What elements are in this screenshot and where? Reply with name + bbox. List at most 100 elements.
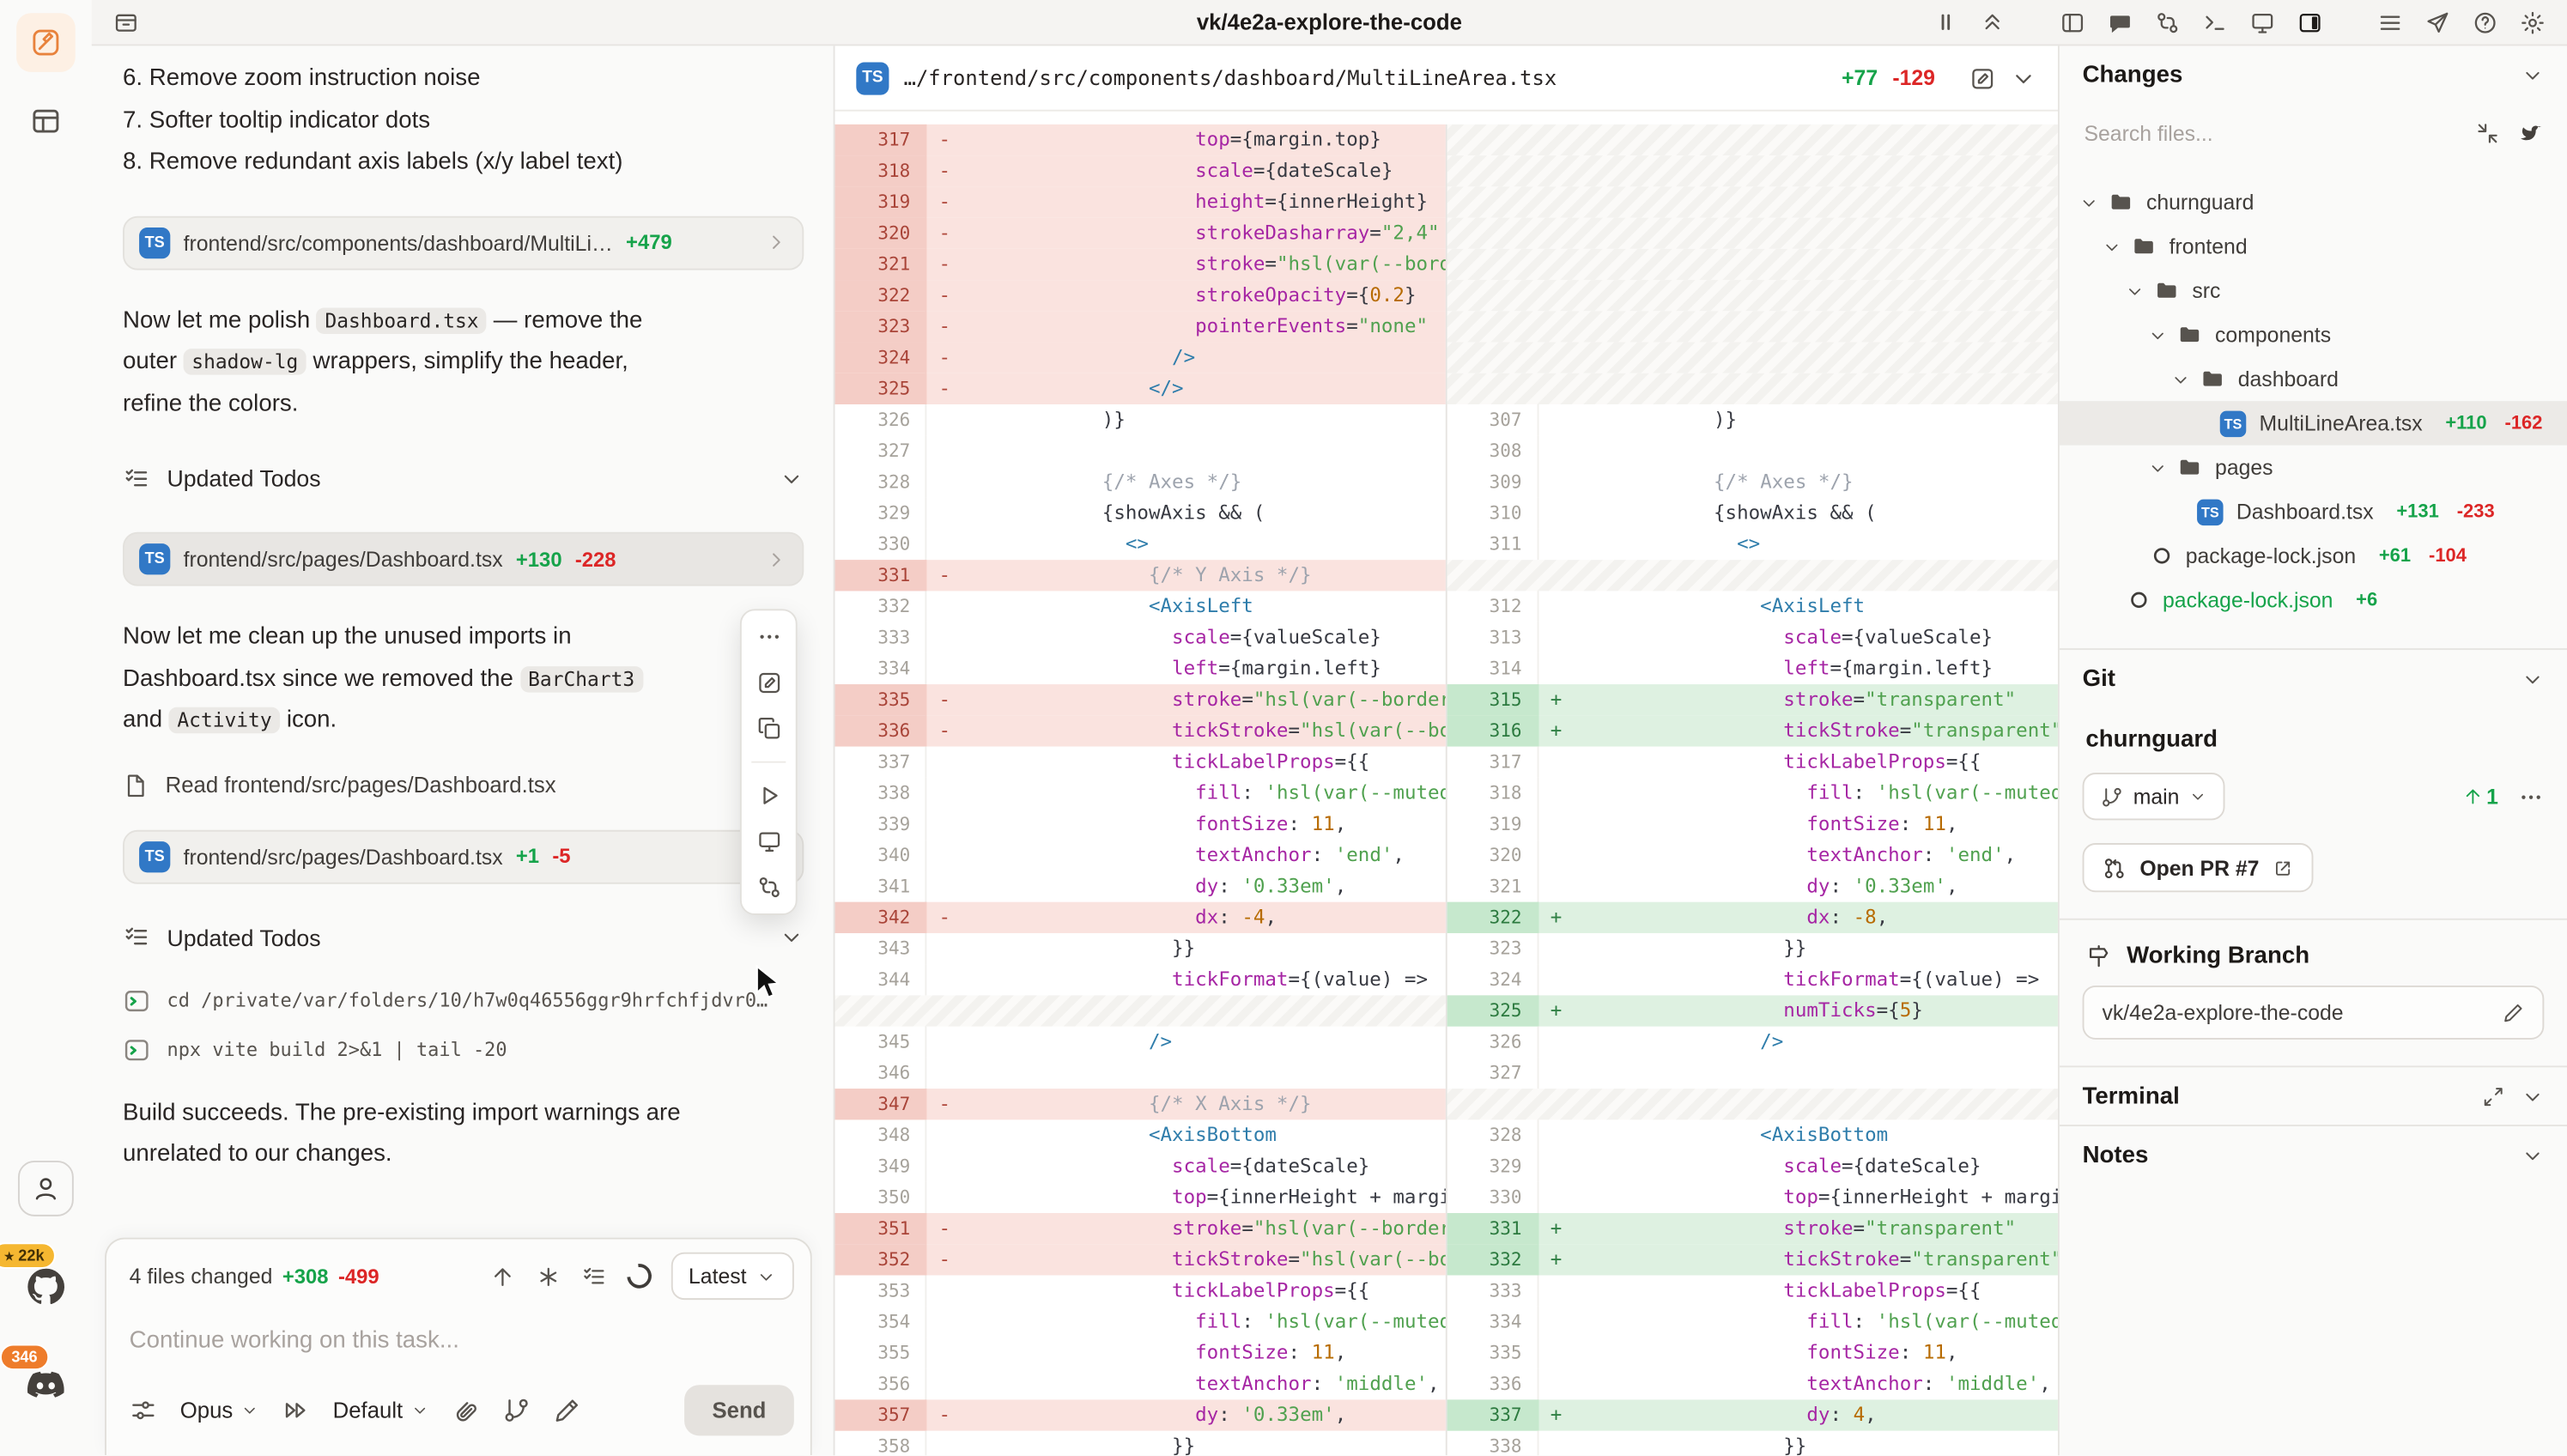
message-input[interactable]	[130, 1327, 788, 1354]
settings-sliders-icon[interactable]	[130, 1397, 157, 1424]
version-select[interactable]: Latest	[671, 1253, 794, 1300]
mode-select[interactable]: Default	[333, 1398, 429, 1423]
monitor-icon[interactable]	[2249, 9, 2276, 35]
diff-sign: -	[926, 155, 962, 186]
conversation-scroll[interactable]: 6. Remove zoom instruction noise7. Softe…	[92, 46, 834, 1237]
line-number: 348	[835, 1119, 927, 1150]
commits-ahead-badge: 1	[2462, 784, 2498, 809]
file-diff-chip[interactable]: TS frontend/src/pages/Dashboard.tsx +130…	[123, 532, 804, 586]
chevron-down-icon	[756, 1266, 776, 1286]
diff-line: 328 <AxisBottom	[1447, 1119, 2058, 1150]
tree-folder[interactable]: dashboard	[2060, 357, 2567, 401]
line-number: 347	[835, 1089, 927, 1119]
collapse-file-icon[interactable]	[2011, 64, 2037, 91]
inline-edit-icon[interactable]	[1969, 64, 1996, 91]
diff-sign	[926, 1307, 962, 1338]
panel-right-icon[interactable]	[2297, 9, 2323, 35]
external-link-icon	[2273, 857, 2294, 878]
scroll-up-icon[interactable]	[489, 1263, 515, 1289]
updated-todos-toggle[interactable]: Updated Todos	[123, 914, 804, 960]
branch-icon[interactable]	[503, 1397, 531, 1424]
line-number: 355	[835, 1338, 927, 1368]
git-compare-icon[interactable]	[2154, 9, 2181, 35]
run-icon[interactable]	[756, 782, 782, 809]
pause-icon[interactable]	[1933, 9, 1958, 34]
tree-folder[interactable]: frontend	[2060, 224, 2567, 268]
todos-icon[interactable]	[580, 1263, 607, 1289]
panel-left-icon[interactable]	[2060, 9, 2086, 35]
diff-line: 358 }}	[835, 1431, 1445, 1456]
numbered-list-item: 6. Remove zoom instruction noise	[123, 59, 804, 101]
line-number: 320	[835, 218, 927, 249]
share-icon[interactable]	[2424, 9, 2451, 35]
chip-filename: frontend/src/pages/Dashboard.tsx	[184, 844, 503, 869]
attach-icon[interactable]	[452, 1397, 479, 1424]
diff-sign: +	[1538, 1244, 1575, 1275]
file-diff-chip[interactable]: TS frontend/src/pages/Dashboard.tsx +1 -…	[123, 829, 804, 883]
board-view-button[interactable]	[16, 92, 76, 151]
search-files-input[interactable]	[2084, 120, 2457, 145]
diff-sign: -	[926, 311, 962, 342]
pen-icon[interactable]	[554, 1397, 581, 1424]
tree-folder[interactable]: src	[2060, 269, 2567, 312]
terminal-command-row[interactable]: cd /private/var/folders/10/h7w0q46556ggr…	[123, 986, 804, 1014]
terminal-section-header[interactable]: Terminal	[2060, 1065, 2567, 1125]
tree-file[interactable]: TSDashboard.tsx+131-233	[2060, 489, 2567, 533]
diff-sign	[1538, 155, 1575, 186]
tree-folder[interactable]: components	[2060, 312, 2567, 356]
line-number: 322	[1447, 902, 1538, 933]
read-file-row[interactable]: Read frontend/src/pages/Dashboard.tsx	[123, 772, 804, 798]
notes-section-header[interactable]: Notes	[2060, 1125, 2567, 1184]
diff-file-header[interactable]: TS …/frontend/src/components/dashboard/M…	[835, 46, 2058, 111]
edit-icon[interactable]	[756, 670, 782, 696]
fast-forward-icon[interactable]	[282, 1397, 310, 1424]
line-number: 332	[835, 591, 927, 622]
collapse-all-icon[interactable]	[2475, 120, 2500, 145]
terminal-icon[interactable]	[2202, 9, 2229, 35]
line-number: 312	[1447, 591, 1538, 622]
more-actions-icon[interactable]	[756, 624, 782, 651]
app-logo-button[interactable]	[16, 13, 76, 72]
asterisk-icon[interactable]	[535, 1263, 561, 1289]
message-input-row	[106, 1310, 810, 1375]
branch-select[interactable]: main	[2083, 773, 2225, 820]
chevron-down-icon	[2079, 192, 2099, 212]
compare-icon[interactable]	[756, 874, 782, 901]
preview-icon[interactable]	[756, 828, 782, 855]
terminal-command-row[interactable]: npx vite build 2>&1 | tail -20	[123, 1035, 804, 1063]
tree-file[interactable]: TSMultiLineArea.tsx+110-162	[2060, 401, 2567, 445]
file-name: churnguard	[2146, 190, 2254, 215]
open-pr-button[interactable]: Open PR #7	[2083, 843, 2314, 892]
help-icon[interactable]	[2472, 9, 2498, 35]
diff-sign	[1538, 591, 1575, 622]
changes-section-header[interactable]: Changes	[2060, 46, 2567, 105]
collapse-all-icon[interactable]	[1979, 9, 2006, 35]
working-branch-field[interactable]: vk/4e2a-explore-the-code	[2083, 986, 2545, 1040]
settings-icon[interactable]	[2520, 9, 2546, 35]
discord-link[interactable]: 346	[16, 1361, 76, 1410]
account-button[interactable]	[18, 1161, 74, 1216]
copy-icon[interactable]	[756, 715, 782, 742]
chat-bubble-icon[interactable]	[2107, 9, 2133, 35]
bird-icon[interactable]	[2518, 119, 2545, 146]
message-actions-toolbar	[740, 609, 798, 915]
send-button[interactable]: Send	[684, 1385, 794, 1435]
tree-folder[interactable]: pages	[2060, 446, 2567, 489]
code-text: textAnchor: 'end',	[962, 840, 1445, 871]
diff-sign: -	[926, 1399, 962, 1430]
more-icon[interactable]	[2518, 783, 2545, 810]
updated-todos-toggle[interactable]: Updated Todos	[123, 455, 804, 500]
tree-file[interactable]: package-lock.json+61-104	[2060, 534, 2567, 578]
menu-icon[interactable]	[2377, 9, 2404, 35]
github-link[interactable]: ★22k	[16, 1262, 76, 1311]
git-section-header[interactable]: Git	[2060, 648, 2567, 707]
code-text: dy: 4,	[1574, 1399, 2057, 1430]
model-select[interactable]: Opus	[180, 1398, 259, 1423]
archive-icon[interactable]	[113, 9, 140, 35]
file-diff-chip[interactable]: TS frontend/src/components/dashboard/Mul…	[123, 215, 804, 270]
split-diff-view[interactable]: 317- top={margin.top}318- scale={dateSca…	[835, 112, 2058, 1456]
diff-sign	[926, 622, 962, 653]
tree-file[interactable]: package-lock.json+6	[2060, 578, 2567, 622]
expand-icon[interactable]	[2482, 1084, 2505, 1107]
tree-folder[interactable]: churnguard	[2060, 180, 2567, 224]
